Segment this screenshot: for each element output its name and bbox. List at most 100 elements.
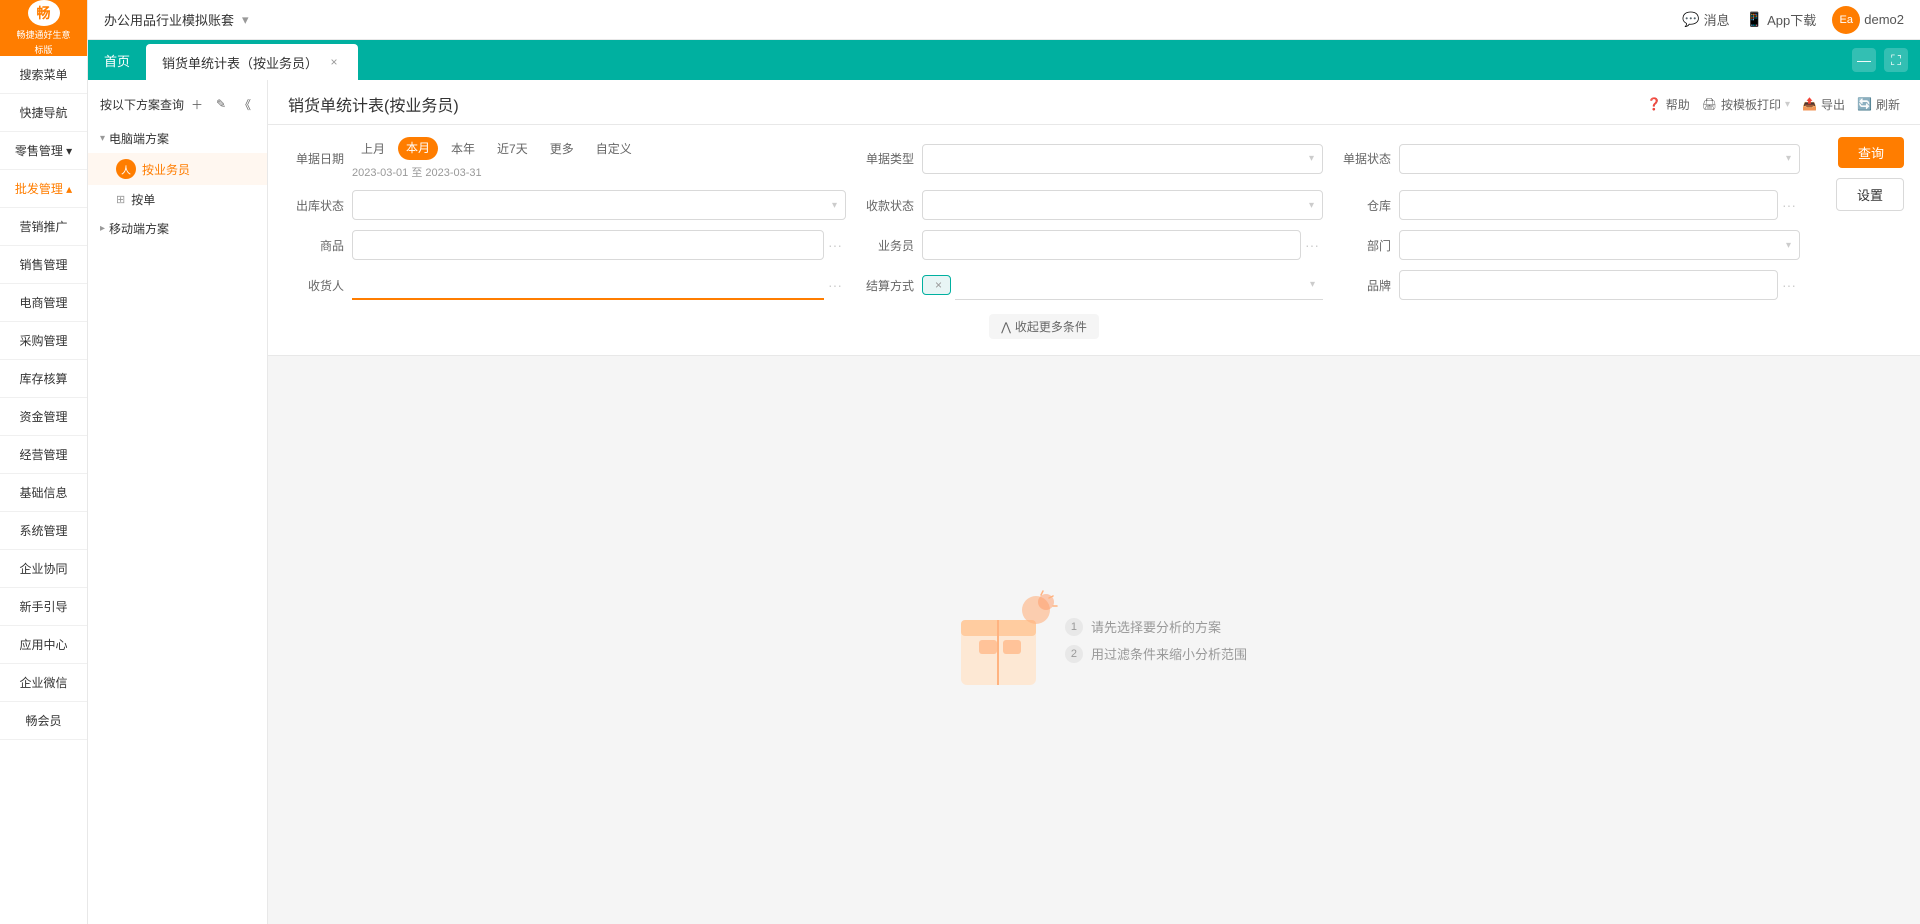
filter-out-status: 出库状态 ▾ xyxy=(288,190,846,220)
receiver-more-icon[interactable]: ··· xyxy=(824,277,846,293)
sidebar-item-sales[interactable]: 销售管理 xyxy=(0,246,87,284)
user-menu-btn[interactable]: Ea demo2 xyxy=(1832,6,1904,34)
tabbar-actions: — ⛶ xyxy=(1852,48,1920,72)
export-btn[interactable]: 📤 导出 xyxy=(1802,96,1845,113)
expand-icon-mobile: ▸ xyxy=(100,223,105,234)
warehouse-more-icon[interactable]: ··· xyxy=(1778,197,1800,213)
tab-close-sales-report[interactable]: × xyxy=(326,54,342,70)
tree-parent-desktop[interactable]: ▾ 电脑端方案 xyxy=(88,124,267,153)
tree-child-by-staff[interactable]: 人 按业务员 xyxy=(88,153,267,185)
filter-settlement: 结算方式 × ▾ xyxy=(858,270,1323,300)
sidebar-item-basic[interactable]: 基础信息 xyxy=(0,474,87,512)
goods-input[interactable] xyxy=(352,230,824,260)
settlement-clear-btn[interactable]: × xyxy=(935,278,942,292)
collapse-panel-btn[interactable]: 《 xyxy=(235,94,255,114)
tab-minimize-btn[interactable]: — xyxy=(1852,48,1876,72)
tabbar: 首页 销货单统计表（按业务员） × — ⛶ xyxy=(88,40,1920,80)
filter-doc-type: 单据类型 ▾ xyxy=(858,144,1323,174)
goods-label: 商品 xyxy=(288,237,344,254)
sidebar-item-ecom[interactable]: 电商管理 xyxy=(0,284,87,322)
empty-tip-1: 1 请先选择要分析的方案 xyxy=(1065,617,1247,636)
brand-input[interactable] xyxy=(1399,270,1778,300)
date-btn-this-year[interactable]: 本年 xyxy=(442,137,484,160)
edit-scheme-btn[interactable]: ✎ xyxy=(211,94,231,114)
date-btn-group: 上月 本月 本年 近7天 更多 自定义 xyxy=(352,137,846,160)
content-area: 按以下方案查询 ＋ ✎ 《 ▾ 电脑端方案 人 按业务员 ⊞ 按 xyxy=(88,80,1920,924)
sidebar-item-search[interactable]: 搜索菜单 xyxy=(0,56,87,94)
date-btn-this-month[interactable]: 本月 xyxy=(398,137,438,160)
warehouse-input[interactable] xyxy=(1399,190,1778,220)
date-btn-last-month[interactable]: 上月 xyxy=(352,137,394,160)
dept-arrow: ▾ xyxy=(1786,240,1791,251)
doc-type-select[interactable]: ▾ xyxy=(922,144,1323,174)
out-status-label: 出库状态 xyxy=(288,197,344,214)
pay-status-label: 收款状态 xyxy=(858,197,914,214)
empty-icon xyxy=(941,590,1041,690)
receiver-input[interactable] xyxy=(352,270,824,300)
sidebar-item-enterprise[interactable]: 企业协同 xyxy=(0,550,87,588)
settlement-input-group: × ▾ xyxy=(922,270,1323,300)
tab-home[interactable]: 首页 xyxy=(88,40,146,80)
sidebar-item-wholesale[interactable]: 批发管理 ▴ xyxy=(0,170,87,208)
add-scheme-btn[interactable]: ＋ xyxy=(187,94,207,114)
brand-label: 品牌 xyxy=(1335,277,1391,294)
tab-maximize-btn[interactable]: ⛶ xyxy=(1884,48,1908,72)
empty-content: 1 请先选择要分析的方案 2 用过滤条件来缩小分析范围 xyxy=(941,590,1247,690)
date-group: 上月 本月 本年 近7天 更多 自定义 2023-03-01 至 2023-03… xyxy=(352,137,846,180)
settings-button[interactable]: 设置 xyxy=(1836,178,1904,211)
receiver-label: 收货人 xyxy=(288,277,344,294)
sidebar-item-operation[interactable]: 经营管理 xyxy=(0,436,87,474)
empty-illustration xyxy=(941,590,1061,700)
help-btn[interactable]: ❓ 帮助 xyxy=(1647,96,1690,113)
staff-input[interactable] xyxy=(922,230,1301,260)
sidebar-item-apps[interactable]: 应用中心 xyxy=(0,626,87,664)
staff-more-icon[interactable]: ··· xyxy=(1301,237,1323,253)
sidebar-item-purchase[interactable]: 采购管理 xyxy=(0,322,87,360)
sidebar-item-retail[interactable]: 零售管理 ▾ xyxy=(0,132,87,170)
left-panel-actions: ＋ ✎ 《 xyxy=(187,94,255,114)
tab-sales-report[interactable]: 销货单统计表（按业务员） × xyxy=(146,44,358,80)
dept-select[interactable]: ▾ xyxy=(1399,230,1800,260)
app-download-btn[interactable]: 📱 App下载 xyxy=(1746,10,1817,29)
refresh-btn[interactable]: 🔄 刷新 xyxy=(1857,96,1900,113)
sidebar-item-finance[interactable]: 资金管理 xyxy=(0,398,87,436)
topbar-dropdown-icon[interactable]: ▾ xyxy=(242,12,249,28)
date-btn-more[interactable]: 更多 xyxy=(541,137,583,160)
tree-parent-mobile[interactable]: ▸ 移动端方案 xyxy=(88,214,267,243)
pay-status-arrow: ▾ xyxy=(1309,200,1314,211)
sidebar-item-newbie[interactable]: 新手引导 xyxy=(0,588,87,626)
query-button[interactable]: 查询 xyxy=(1838,137,1904,168)
settlement-select[interactable]: ▾ xyxy=(955,270,1323,300)
brand-more-icon[interactable]: ··· xyxy=(1778,277,1800,293)
doc-status-label: 单据状态 xyxy=(1335,150,1391,167)
tree-child-by-doc[interactable]: ⊞ 按单 xyxy=(88,185,267,214)
filter-row-1: 单据日期 上月 本月 本年 近7天 更多 自定义 20 xyxy=(288,137,1800,180)
filter-row-4: 收货人 ··· 结算方式 × xyxy=(288,270,1800,300)
topbar-right: 💬 消息 📱 App下载 Ea demo2 xyxy=(1682,6,1904,34)
filter-wrapper: 单据日期 上月 本月 本年 近7天 更多 自定义 20 xyxy=(268,125,1920,356)
sidebar-item-wechat[interactable]: 企业微信 xyxy=(0,664,87,702)
sidebar-item-member[interactable]: 畅会员 xyxy=(0,702,87,740)
goods-more-icon[interactable]: ··· xyxy=(824,237,846,253)
doc-type-arrow: ▾ xyxy=(1309,153,1314,164)
sidebar-item-inventory[interactable]: 库存核算 xyxy=(0,360,87,398)
message-btn[interactable]: 💬 消息 xyxy=(1682,10,1729,29)
industry-label: 办公用品行业模拟账套 xyxy=(104,10,234,29)
doc-status-select[interactable]: ▾ xyxy=(1399,144,1800,174)
sidebar-item-system[interactable]: 系统管理 xyxy=(0,512,87,550)
date-btn-7days[interactable]: 近7天 xyxy=(488,137,537,160)
right-panel: 销货单统计表(按业务员) ❓ 帮助 🖨 按模板打印 ▾ 📤 导出 xyxy=(268,80,1920,924)
page-header: 销货单统计表(按业务员) ❓ 帮助 🖨 按模板打印 ▾ 📤 导出 xyxy=(268,80,1920,125)
refresh-icon: 🔄 xyxy=(1857,97,1872,111)
filter-brand: 品牌 ··· xyxy=(1335,270,1800,300)
sidebar-item-marketing[interactable]: 营销推广 xyxy=(0,208,87,246)
collapse-btn[interactable]: ⋀ 收起更多条件 xyxy=(989,314,1099,339)
filter-date-item: 单据日期 上月 本月 本年 近7天 更多 自定义 20 xyxy=(288,137,846,180)
pay-status-select[interactable]: ▾ xyxy=(922,190,1323,220)
date-btn-custom[interactable]: 自定义 xyxy=(587,137,641,160)
empty-tip-2: 2 用过滤条件来缩小分析范围 xyxy=(1065,644,1247,663)
sidebar-item-quick-nav[interactable]: 快捷导航 xyxy=(0,94,87,132)
out-status-select[interactable]: ▾ xyxy=(352,190,846,220)
print-btn[interactable]: 🖨 按模板打印 ▾ xyxy=(1702,96,1790,113)
filter-buttons: 查询 设置 xyxy=(1820,125,1920,355)
